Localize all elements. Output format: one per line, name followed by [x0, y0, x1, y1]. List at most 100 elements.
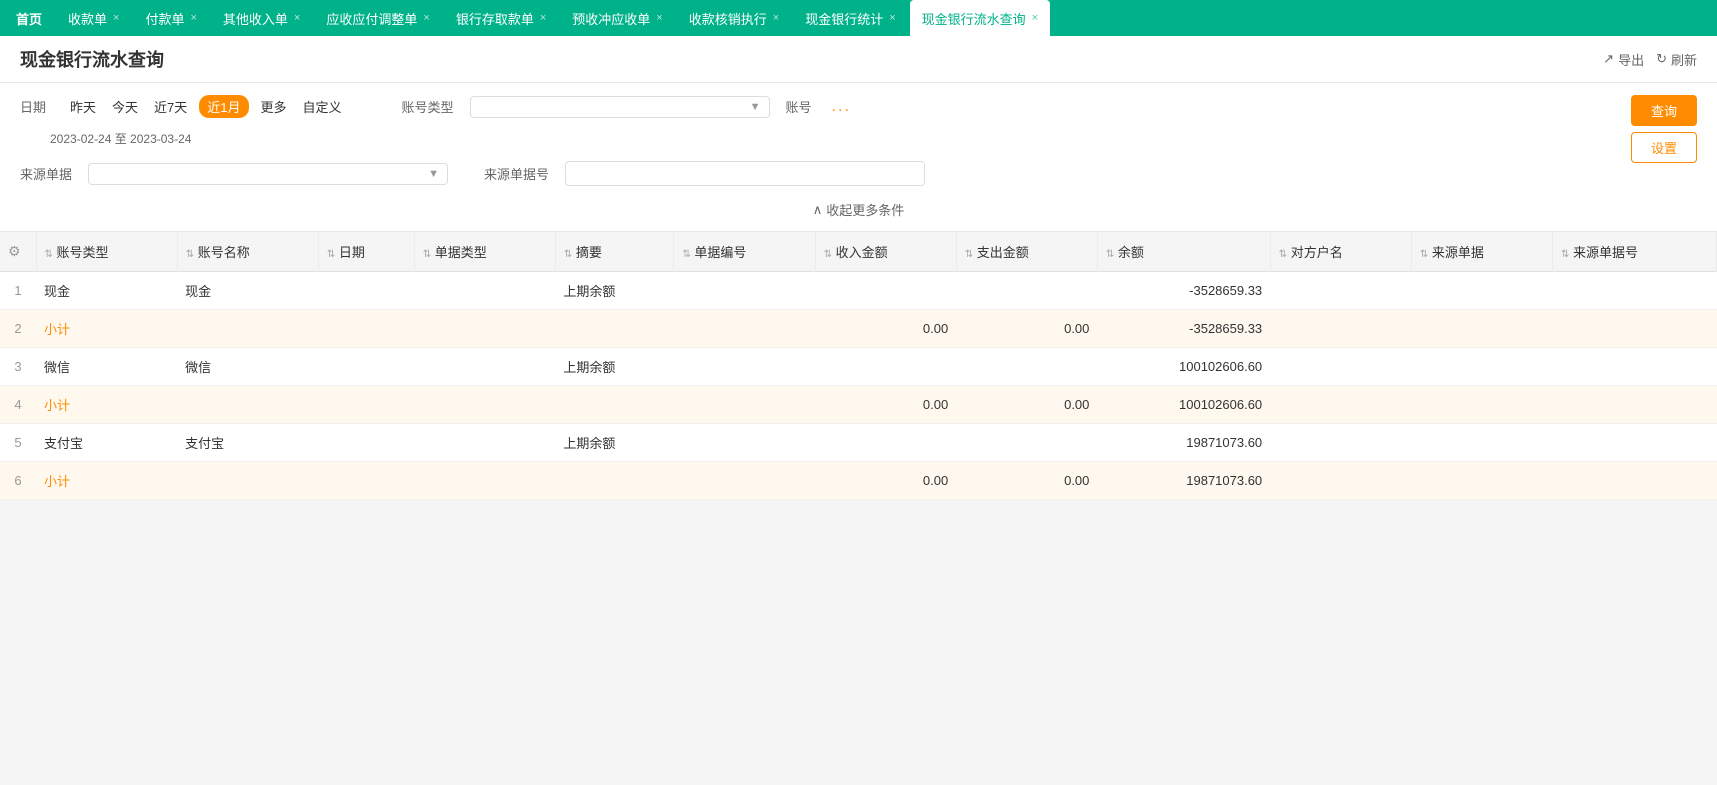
cell-voucher-no [674, 386, 815, 424]
cell-date [318, 272, 414, 310]
date-7days[interactable]: 近7天 [150, 95, 191, 118]
nav-tab-bank-deposit[interactable]: 银行存取款单 × [444, 0, 558, 36]
row-num: 4 [0, 386, 36, 424]
account-label: 账号 [786, 97, 816, 116]
col-account-name[interactable]: ⇅ 账号名称 [177, 232, 318, 272]
col-summary[interactable]: ⇅ 摘要 [555, 232, 674, 272]
col-balance[interactable]: ⇅ 余额 [1097, 232, 1270, 272]
cell-summary: 上期余额 [555, 424, 674, 462]
close-icon[interactable]: × [294, 12, 300, 24]
date-custom[interactable]: 自定义 [299, 95, 346, 118]
gear-icon[interactable]: ⚙ [8, 243, 21, 259]
cell-expense: 0.00 [956, 462, 1097, 500]
cell-source-voucher-no [1553, 272, 1717, 310]
cell-date [318, 310, 414, 348]
nav-tab-verification[interactable]: 收款核销执行 × [677, 0, 791, 36]
col-account-type[interactable]: ⇅ 账号类型 [36, 232, 177, 272]
cell-balance: 19871073.60 [1097, 462, 1270, 500]
collapse-bar: ∧ 收起更多条件 [20, 196, 1697, 219]
cell-expense [956, 424, 1097, 462]
col-source-voucher-no[interactable]: ⇅ 来源单据号 [1553, 232, 1717, 272]
cell-balance: 19871073.60 [1097, 424, 1270, 462]
cell-account-name: 支付宝 [177, 424, 318, 462]
nav-tab-other-income[interactable]: 其他收入单 × [211, 0, 312, 36]
cell-balance: -3528659.33 [1097, 272, 1270, 310]
cell-summary: 上期余额 [555, 348, 674, 386]
date-yesterday[interactable]: 昨天 [66, 95, 100, 118]
cell-date [318, 462, 414, 500]
nav-tab-bank-flow[interactable]: 现金银行流水查询 × [910, 0, 1050, 36]
query-button[interactable]: 查询 [1631, 95, 1697, 126]
cell-counterpart [1270, 348, 1411, 386]
col-voucher-type[interactable]: ⇅ 单据类型 [414, 232, 555, 272]
cell-voucher-type [414, 424, 555, 462]
close-icon[interactable]: × [1032, 12, 1038, 24]
nav-tab-adjustment[interactable]: 应收应付调整单 × [314, 0, 441, 36]
collapse-button[interactable]: ∧ 收起更多条件 [813, 200, 905, 219]
table-header-row: ⚙ ⇅ 账号类型 ⇅ 账号名称 ⇅ 日期 ⇅ 单据类型 [0, 232, 1717, 272]
refresh-button[interactable]: ↻ 刷新 [1656, 50, 1697, 69]
main-table: ⚙ ⇅ 账号类型 ⇅ 账号名称 ⇅ 日期 ⇅ 单据类型 [0, 232, 1717, 500]
date-more[interactable]: 更多 [257, 95, 291, 118]
cell-source-voucher-no [1553, 348, 1717, 386]
cell-source-voucher-no [1553, 310, 1717, 348]
filter-row-1: 日期 昨天 今天 近7天 近1月 更多 自定义 账号类型 ▼ 账号 ... [20, 95, 1611, 118]
cell-income: 0.00 [815, 386, 956, 424]
col-gear: ⚙ [0, 232, 36, 272]
date-options: 昨天 今天 近7天 近1月 更多 自定义 [66, 95, 346, 118]
cell-account-name [177, 310, 318, 348]
nav-tab-advance[interactable]: 预收冲应收单 × [560, 0, 674, 36]
cell-account-type: 小计 [36, 310, 177, 348]
col-income[interactable]: ⇅ 收入金额 [815, 232, 956, 272]
filter-left: 日期 昨天 今天 近7天 近1月 更多 自定义 账号类型 ▼ 账号 ... [20, 95, 1611, 196]
cell-summary [555, 310, 674, 348]
close-icon[interactable]: × [889, 12, 895, 24]
close-icon[interactable]: × [773, 12, 779, 24]
account-type-select[interactable]: ▼ [470, 96, 770, 118]
cell-voucher-type [414, 310, 555, 348]
export-icon: ↗ [1603, 51, 1614, 67]
col-voucher-no[interactable]: ⇅ 单据编号 [674, 232, 815, 272]
source-voucher-select[interactable]: ▼ [88, 163, 448, 185]
cell-voucher-type [414, 272, 555, 310]
nav-tab-shoukuan[interactable]: 收款单 × [56, 0, 131, 36]
close-icon[interactable]: × [113, 12, 119, 24]
cell-balance: 100102606.60 [1097, 386, 1270, 424]
action-buttons: 查询 设置 [1631, 95, 1697, 163]
cell-balance: -3528659.33 [1097, 310, 1270, 348]
cell-counterpart [1270, 310, 1411, 348]
cell-source-voucher [1411, 310, 1552, 348]
nav-home[interactable]: 首页 [4, 0, 54, 36]
table-row: 6 小计 0.00 0.00 19871073.60 [0, 462, 1717, 500]
account-more-button[interactable]: ... [832, 98, 851, 116]
page-header: 现金银行流水查询 ↗ 导出 ↻ 刷新 [0, 36, 1717, 83]
cell-date [318, 386, 414, 424]
cell-source-voucher-no [1553, 424, 1717, 462]
col-expense[interactable]: ⇅ 支出金额 [956, 232, 1097, 272]
nav-tab-fukuan[interactable]: 付款单 × [133, 0, 208, 36]
close-icon[interactable]: × [540, 12, 546, 24]
source-voucher-label: 来源单据 [20, 164, 72, 183]
col-date[interactable]: ⇅ 日期 [318, 232, 414, 272]
cell-expense: 0.00 [956, 386, 1097, 424]
close-icon[interactable]: × [423, 12, 429, 24]
source-voucher-no-input[interactable] [565, 161, 925, 186]
cell-balance: 100102606.60 [1097, 348, 1270, 386]
close-icon[interactable]: × [190, 12, 196, 24]
source-voucher-no-label: 来源单据号 [484, 164, 549, 183]
page-title: 现金银行流水查询 [20, 46, 164, 72]
export-button[interactable]: ↗ 导出 [1603, 50, 1644, 69]
settings-button[interactable]: 设置 [1631, 132, 1697, 163]
date-range-display: 2023-02-24 至 2023-03-24 [50, 132, 191, 146]
nav-tab-bank-stats[interactable]: 现金银行统计 × [793, 0, 907, 36]
table-row: 1 现金 现金 上期余额 -3528659.33 [0, 272, 1717, 310]
cell-summary [555, 386, 674, 424]
date-1month[interactable]: 近1月 [199, 95, 248, 118]
close-icon[interactable]: × [656, 12, 662, 24]
col-counterpart[interactable]: ⇅ 对方户名 [1270, 232, 1411, 272]
cell-account-type: 小计 [36, 462, 177, 500]
cell-summary [555, 462, 674, 500]
col-source-voucher[interactable]: ⇅ 来源单据 [1411, 232, 1552, 272]
cell-summary: 上期余额 [555, 272, 674, 310]
date-today[interactable]: 今天 [108, 95, 142, 118]
